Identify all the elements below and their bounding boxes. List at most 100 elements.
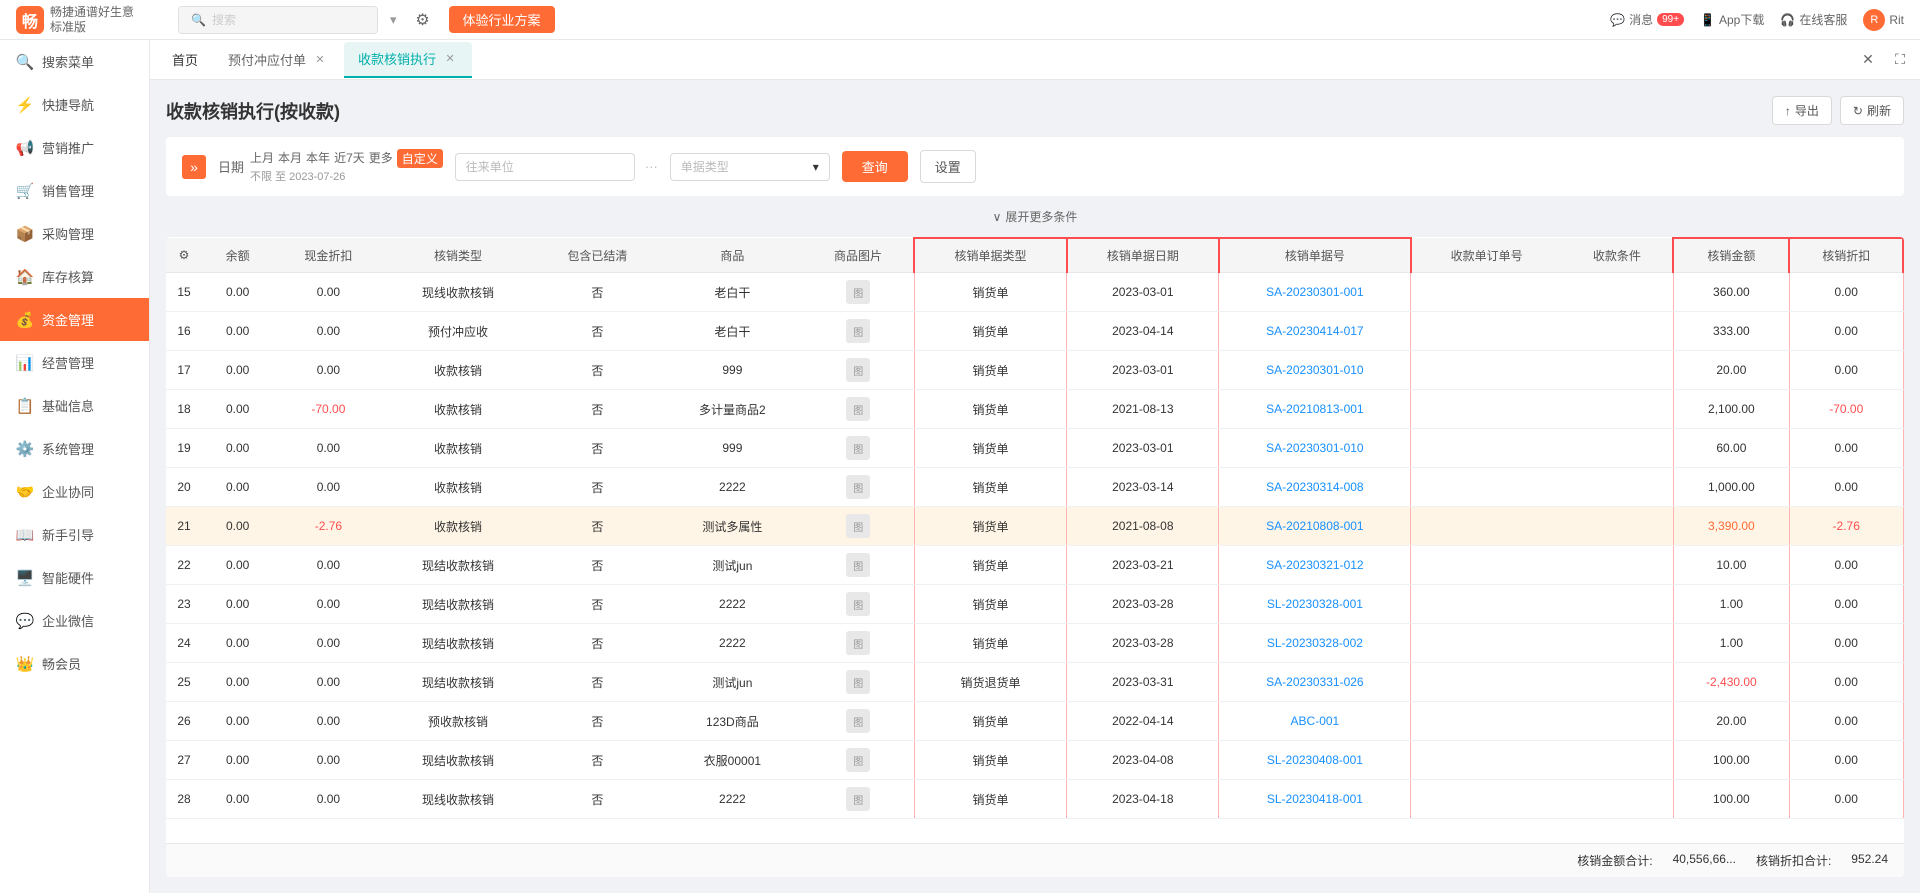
cell-writeoff-doc-type: 销货单 (914, 624, 1066, 663)
cell-writeoff-doc-date: 2023-03-01 (1067, 429, 1219, 468)
tab-receipt-close[interactable]: ✕ (442, 51, 458, 67)
cell-writeoff-doc-no[interactable]: SA-20230301-010 (1219, 351, 1411, 390)
sidebar-item-search[interactable]: 🔍 搜索菜单 (0, 40, 149, 83)
date-this-year[interactable]: 本年 (306, 149, 330, 168)
refresh-button[interactable]: ↻ 刷新 (1840, 96, 1904, 125)
doctype-select[interactable]: 单据类型 ▾ (670, 153, 830, 181)
settings-icon[interactable]: ⚙ (179, 248, 190, 262)
cell-receipt-order-no (1411, 429, 1562, 468)
cell-writeoff-doc-no[interactable]: SA-20230331-026 (1219, 663, 1411, 702)
table-footer: 核销金额合计: 40,556,66... 核销折扣合计: 952.24 (166, 843, 1904, 877)
sidebar-item-operations[interactable]: 📊 经营管理 (0, 341, 149, 384)
cell-goods-image: 图 (803, 312, 915, 351)
cell-writeoff-doc-date: 2023-03-14 (1067, 468, 1219, 507)
tab-home[interactable]: 首页 (158, 42, 212, 78)
support-button[interactable]: 🎧 在线客服 (1780, 11, 1847, 28)
tab-prepay[interactable]: 预付冲应付单 ✕ (214, 42, 342, 78)
sidebar-item-wechat[interactable]: 💬 企业微信 (0, 599, 149, 642)
cell-no: 20 (166, 468, 202, 507)
sidebar-item-guide[interactable]: 📖 新手引导 (0, 513, 149, 556)
partner-input[interactable]: 往来单位 (455, 153, 635, 181)
tab-close-btn[interactable]: ✕ (1856, 48, 1880, 72)
col-settings[interactable]: ⚙ (166, 238, 202, 273)
gear-button[interactable]: ⚙ (409, 6, 437, 34)
industry-btn[interactable]: 体验行业方案 (449, 6, 555, 33)
cell-writeoff-doc-type: 销货单 (914, 702, 1066, 741)
search-box[interactable]: 🔍 搜索 (178, 6, 378, 34)
sidebar-item-quicknav[interactable]: ⚡ 快捷导航 (0, 83, 149, 126)
cell-writeoff-doc-no[interactable]: SA-20230321-012 (1219, 546, 1411, 585)
date-this-month[interactable]: 本月 (278, 149, 302, 168)
table-wrapper[interactable]: ⚙ 余额 现金折扣 核销类型 包含已结清 商品 商品图片 核销单据类型 核销单据… (166, 237, 1904, 843)
date-7days[interactable]: 近7天 (334, 149, 365, 168)
cell-writeoff-doc-no[interactable]: SL-20230328-002 (1219, 624, 1411, 663)
cell-writeoff-doc-no[interactable]: SA-20210808-001 (1219, 507, 1411, 546)
app-download-button[interactable]: 📱 App下载 (1700, 11, 1764, 28)
cell-writeoff-doc-date: 2023-03-28 (1067, 585, 1219, 624)
sidebar-item-system[interactable]: ⚙️ 系统管理 (0, 427, 149, 470)
table-row: 160.000.00预付冲应收否老白干图销货单2023-04-14SA-2023… (166, 312, 1903, 351)
sidebar-item-marketing[interactable]: 📢 营销推广 (0, 126, 149, 169)
tab-expand-btn[interactable]: ⛶ (1888, 48, 1912, 72)
cell-writeoff-doc-no[interactable]: SA-20230314-008 (1219, 468, 1411, 507)
cell-writeoff-type: 预收款核销 (383, 702, 532, 741)
sidebar-item-collab[interactable]: 🤝 企业协同 (0, 470, 149, 513)
cell-balance: 0.00 (202, 273, 273, 312)
cell-goods-image: 图 (803, 390, 915, 429)
setting-button[interactable]: 设置 (920, 150, 976, 183)
quicknav-icon: ⚡ (16, 96, 34, 114)
date-more[interactable]: 更多 (369, 149, 393, 168)
cell-writeoff-doc-type: 销货单 (914, 273, 1066, 312)
sidebar-item-sales[interactable]: 🛒 销售管理 (0, 169, 149, 212)
sidebar-item-purchase[interactable]: 📦 采购管理 (0, 212, 149, 255)
cell-writeoff-doc-date: 2023-03-28 (1067, 624, 1219, 663)
cell-writeoff-doc-date: 2021-08-13 (1067, 390, 1219, 429)
sidebar-item-hardware[interactable]: 🖥️ 智能硬件 (0, 556, 149, 599)
table-row: 280.000.00现线收款核销否2222图销货单2023-04-18SL-20… (166, 780, 1903, 819)
cell-writeoff-doc-type: 销货单 (914, 429, 1066, 468)
filter-expand-button[interactable]: » (182, 155, 206, 179)
cell-writeoff-doc-no[interactable]: SL-20230408-001 (1219, 741, 1411, 780)
doctype-filter: 单据类型 ▾ (670, 153, 830, 181)
tab-prepay-close[interactable]: ✕ (312, 52, 328, 68)
export-button[interactable]: ↑ 导出 (1772, 96, 1832, 125)
cell-writeoff-doc-no[interactable]: SL-20230418-001 (1219, 780, 1411, 819)
cell-receipt-terms (1562, 741, 1674, 780)
cell-include-closed: 否 (533, 546, 663, 585)
cell-balance: 0.00 (202, 585, 273, 624)
cell-goods: 999 (662, 351, 802, 390)
cell-cash-discount: 0.00 (273, 702, 383, 741)
cell-balance: 0.00 (202, 741, 273, 780)
cell-writeoff-doc-no[interactable]: SA-20230301-010 (1219, 429, 1411, 468)
date-custom[interactable]: 自定义 (397, 149, 443, 168)
cell-cash-discount: 0.00 (273, 273, 383, 312)
user-menu[interactable]: R Rit (1863, 9, 1904, 31)
cell-writeoff-doc-no[interactable]: SA-20230414-017 (1219, 312, 1411, 351)
dropdown-icon[interactable]: ▾ (390, 12, 397, 28)
sidebar-item-inventory[interactable]: 🏠 库存核算 (0, 255, 149, 298)
operations-icon: 📊 (16, 354, 34, 372)
cell-writeoff-amount: 360.00 (1673, 273, 1789, 312)
cell-receipt-order-no (1411, 663, 1562, 702)
cell-balance: 0.00 (202, 390, 273, 429)
footer-discount-label: 核销折扣合计: (1756, 852, 1831, 869)
date-last-month[interactable]: 上月 (250, 149, 274, 168)
date-current: 不限 至 2023-07-26 (250, 168, 443, 184)
cell-cash-discount: 0.00 (273, 351, 383, 390)
expand-more-conditions[interactable]: ∨ 展开更多条件 (993, 208, 1078, 225)
cell-goods-image: 图 (803, 507, 915, 546)
sidebar-item-member[interactable]: 👑 畅会员 (0, 642, 149, 685)
table-row: 240.000.00现结收款核销否2222图销货单2023-03-28SL-20… (166, 624, 1903, 663)
cell-writeoff-doc-no[interactable]: SL-20230328-001 (1219, 585, 1411, 624)
query-button[interactable]: 查询 (842, 151, 908, 182)
tab-receipt[interactable]: 收款核销执行 ✕ (344, 42, 472, 78)
cell-writeoff-type: 现线收款核销 (383, 273, 532, 312)
sidebar-item-basic[interactable]: 📋 基础信息 (0, 384, 149, 427)
notify-button[interactable]: 💬 消息 99+ (1610, 11, 1684, 28)
cell-writeoff-doc-date: 2023-04-14 (1067, 312, 1219, 351)
cell-writeoff-doc-no[interactable]: ABC-001 (1219, 702, 1411, 741)
cell-receipt-terms (1562, 429, 1674, 468)
sidebar-item-finance[interactable]: 💰 资金管理 (0, 298, 149, 341)
cell-writeoff-doc-no[interactable]: SA-20230301-001 (1219, 273, 1411, 312)
cell-writeoff-doc-no[interactable]: SA-20210813-001 (1219, 390, 1411, 429)
